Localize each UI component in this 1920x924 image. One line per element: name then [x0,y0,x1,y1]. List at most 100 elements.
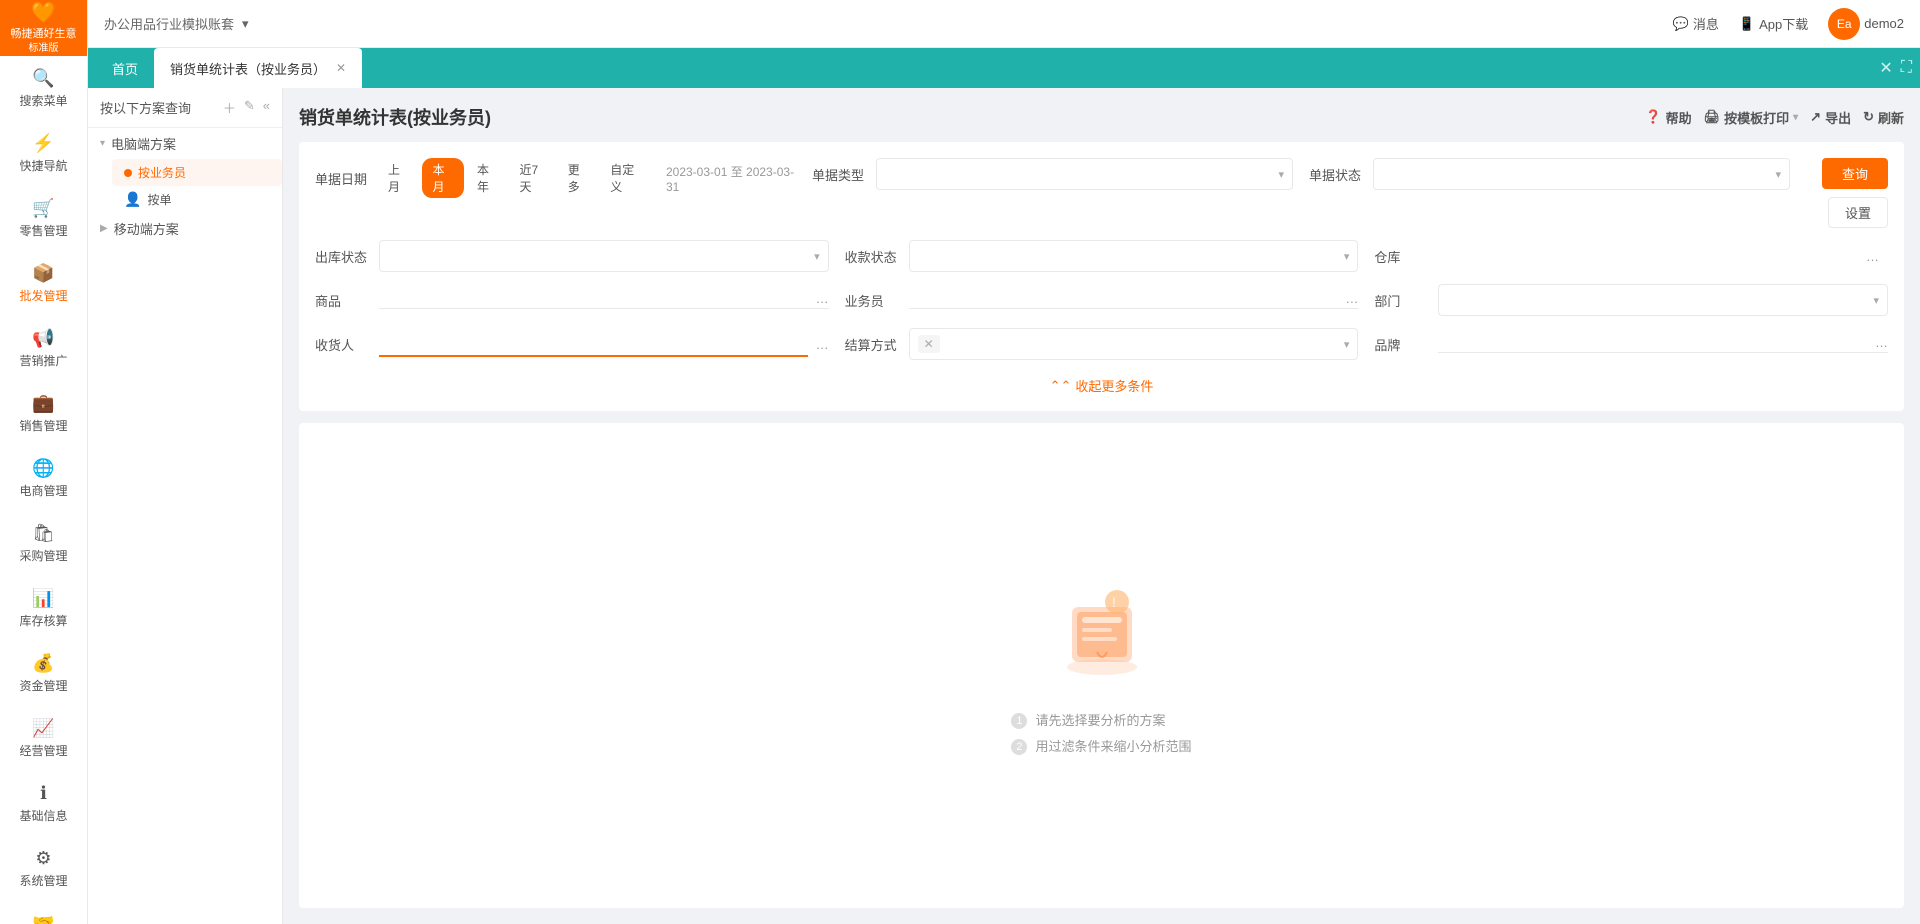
tree-mobile[interactable]: ▶ 移动端方案 [88,213,282,244]
help-icon: ❓ [1645,109,1661,125]
user-menu[interactable]: Ea demo2 [1828,8,1904,40]
sidebar-item-retail[interactable]: 🛒 零售管理 [0,186,88,251]
home-tab-label: 首页 [112,59,138,78]
breadcrumb-chevron-icon[interactable]: ▾ [242,16,249,32]
empty-tips: 1 请先选择要分析的方案 2 用过滤条件来缩小分析范围 [1011,708,1191,760]
sidebar-item-purchase[interactable]: 🛍 采购管理 [0,511,88,576]
brand-ellipsis[interactable]: … [1875,335,1888,350]
finance-icon: 💰 [4,653,84,674]
date-btn-thisyear[interactable]: 本年 [468,158,507,198]
consignee-label: 收货人 [315,335,371,354]
sidebar-item-sales[interactable]: 💼 销售管理 [0,381,88,446]
date-btn-thismonth[interactable]: 本月 [422,158,465,198]
salesperson-label: 业务员 [845,291,901,310]
print-chevron-icon: ▾ [1793,112,1798,123]
out-status-select[interactable]: ▾ [379,240,829,272]
sidebar-item-operations[interactable]: 📈 经营管理 [0,706,88,771]
query-buttons: 查询 设置 [1822,158,1888,228]
tab-close-all-icon[interactable]: ✕ [1879,58,1892,78]
tree-desktop[interactable]: ▾ 电脑端方案 [88,128,282,159]
sidebar: 🧡 畅捷通好生意标准版 🔍 搜索菜单 ⚡ 快捷导航 🛒 零售管理 📦 批发管理 … [0,0,88,924]
cooperation-icon: 🤝 [4,913,84,924]
avatar-text: Ea [1837,17,1852,31]
export-btn[interactable]: ↗ 导出 [1810,108,1851,127]
help-label: 帮助 [1666,108,1692,127]
brand-label: 品牌 [1374,335,1430,354]
add-scheme-icon[interactable]: ＋ [223,98,236,117]
left-panel: 按以下方案查询 ＋ ✎ « ▾ 电脑端方案 按业务员 👤 按单 [88,88,283,924]
tab-close-icon[interactable]: ✕ [336,61,346,75]
topbar-right: 💬 消息 📱 App下载 Ea demo2 [1673,8,1904,40]
goods-ellipsis[interactable]: … [816,291,829,306]
print-btn[interactable]: 🖨 按模板打印 ▾ [1704,108,1799,127]
refresh-icon: ↻ [1863,109,1874,125]
department-chevron-icon: ▾ [1873,294,1879,307]
doc-type-select[interactable]: ▾ [876,158,1293,190]
tab-report[interactable]: 销货单统计表（按业务员） ✕ [154,48,362,88]
sidebar-item-operations-label: 经营管理 [4,742,84,759]
report-tab-label: 销货单统计表（按业务员） [170,59,326,78]
sidebar-item-basic-label: 基础信息 [4,807,84,824]
export-label: 导出 [1825,108,1851,127]
doc-status-chevron-icon: ▾ [1775,168,1781,181]
tab-home[interactable]: 首页 [96,48,154,88]
row4: 收货人 … 结算方式 ✕ ▾ [315,328,1888,360]
doc-status-label: 单据状态 [1309,165,1365,184]
doc-status-filter: 单据状态 ▾ [1309,158,1790,190]
date-btn-more[interactable]: 更多 [559,158,598,198]
empty-tip-2-row: 2 用过滤条件来缩小分析范围 [1011,734,1191,760]
goods-label: 商品 [315,291,371,310]
sidebar-item-wholesale[interactable]: 📦 批发管理 [0,251,88,316]
date-filter: 单据日期 上月 本月 本年 近7天 更多 自定义 2023-03-01 至 20… [315,158,796,198]
empty-illustration: ! [1042,572,1162,692]
app-download-label: App下载 [1759,14,1808,33]
collect-status-select[interactable]: ▾ [909,240,1359,272]
warehouse-label: 仓库 [1374,247,1430,266]
sidebar-item-cooperation[interactable]: 🤝 企业协同 [0,901,88,924]
salesperson-ellipsis[interactable]: … [1345,291,1358,306]
consignee-ellipsis[interactable]: … [816,337,829,352]
tree-item-salesperson[interactable]: 按业务员 [112,159,282,186]
collapse-panel-icon[interactable]: « [263,98,270,117]
department-select[interactable]: ▾ [1438,284,1888,316]
sidebar-item-finance[interactable]: 💰 资金管理 [0,641,88,706]
sidebar-item-marketing[interactable]: 📢 营销推广 [0,316,88,381]
sidebar-item-sales-label: 销售管理 [4,417,84,434]
active-dot-icon [124,169,132,177]
date-btn-last7[interactable]: 近7天 [511,158,555,198]
date-btn-lastmonth[interactable]: 上月 [379,158,418,198]
sidebar-item-inventory-label: 库存核算 [4,612,84,629]
settle-method-select[interactable]: ✕ ▾ [909,328,1359,360]
sidebar-item-search[interactable]: 🔍 搜索菜单 [0,56,88,121]
settle-method-tag-close[interactable]: ✕ [924,337,934,351]
page-title-actions: ❓ 帮助 🖨 按模板打印 ▾ ↗ 导出 ↻ 刷新 [1645,108,1904,127]
page-title: 销货单统计表(按业务员) [299,104,491,130]
doc-status-select[interactable]: ▾ [1373,158,1790,190]
query-btn[interactable]: 查询 [1822,158,1888,189]
setting-btn[interactable]: 设置 [1828,197,1888,228]
doc-type-chevron-icon: ▾ [1278,168,1284,181]
edit-scheme-icon[interactable]: ✎ [244,98,255,117]
sidebar-item-system[interactable]: ⚙ 系统管理 [0,836,88,901]
collapse-btn[interactable]: ⌃⌃ 收起更多条件 [315,368,1888,395]
warehouse-ellipsis[interactable]: … [1866,249,1879,264]
page-title-row: 销货单统计表(按业务员) ❓ 帮助 🖨 按模板打印 ▾ ↗ 导出 [299,104,1904,130]
app-download-btn[interactable]: 📱 App下载 [1739,14,1808,33]
help-btn[interactable]: ❓ 帮助 [1645,108,1691,127]
tab-expand-icon[interactable]: ⛶ [1901,59,1912,77]
left-panel-header: 按以下方案查询 ＋ ✎ « [88,88,282,128]
sidebar-item-basic[interactable]: ℹ 基础信息 [0,771,88,836]
sidebar-item-system-label: 系统管理 [4,872,84,889]
refresh-btn[interactable]: ↻ 刷新 [1863,108,1904,127]
tree-item-salesperson-label: 按业务员 [138,164,186,181]
left-panel-icons: ＋ ✎ « [223,98,270,117]
sidebar-item-shortcut[interactable]: ⚡ 快捷导航 [0,121,88,186]
tree-item-order[interactable]: 👤 按单 [112,186,282,213]
sidebar-item-inventory[interactable]: 📊 库存核算 [0,576,88,641]
tree-desktop-label: 电脑端方案 [111,134,176,153]
consignee-input[interactable] [379,332,808,357]
date-btn-custom[interactable]: 自定义 [601,158,650,198]
out-status-filter: 出库状态 ▾ [315,240,829,272]
message-btn[interactable]: 💬 消息 [1673,14,1719,33]
sidebar-item-ecommerce[interactable]: 🌐 电商管理 [0,446,88,511]
